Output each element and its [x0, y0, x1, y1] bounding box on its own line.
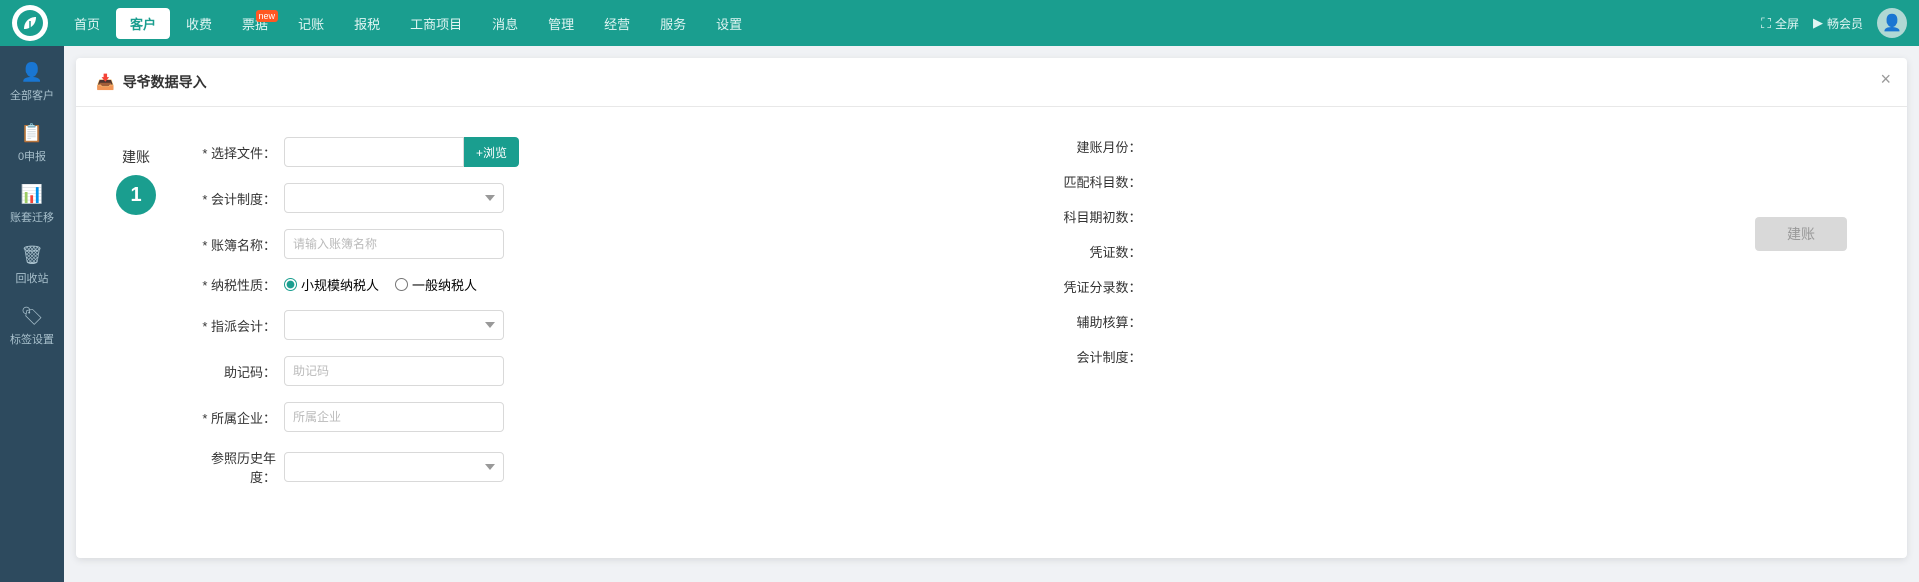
right-accounting-system-label: 会计制度： [1052, 347, 1142, 366]
nav-operation[interactable]: 经营 [590, 8, 644, 39]
aux-calc-row: 辅助核算： [1052, 312, 1868, 331]
form-right: 建账月份： 匹配科目数： 科目期初数： 建账 凭证数： [1052, 137, 1868, 486]
file-input-group: +浏览 [284, 137, 519, 167]
voucher-entry-label: 凭证分录数： [1052, 277, 1142, 296]
nav-right: ⛶ 全屏 ▶ 畅会员 👤 [1761, 8, 1907, 38]
voucher-count-row: 凭证数： [1052, 242, 1868, 261]
belong-company-label: * 所属企业： [196, 408, 276, 427]
step-circle: 1 [116, 175, 156, 215]
top-navbar: 首页 客户 收费 票据 new 记账 报税 工商项目 消息 管理 经营 服务 设… [0, 0, 1919, 46]
reference-year-row: 参照历史年度： [196, 448, 1012, 486]
build-month-row: 建账月份： [1052, 137, 1868, 156]
belong-company-row: * 所属企业： [196, 402, 1012, 432]
sidebar-item-declare[interactable]: 📋 0申报 [4, 115, 60, 172]
nav-customer[interactable]: 客户 [116, 8, 170, 39]
radio-general-label: 一般纳税人 [412, 275, 477, 294]
assign-accountant-label: * 指派会计： [196, 316, 276, 335]
sidebar-label-tag-settings: 标签设置 [10, 331, 54, 347]
assign-accountant-row: * 指派会计： [196, 310, 1012, 340]
radio-small-label: 小规模纳税人 [301, 275, 379, 294]
assign-accountant-select[interactable] [284, 310, 504, 340]
right-accounting-system-row: 会计制度： [1052, 347, 1868, 366]
tag-settings-icon: 🏷 [21, 306, 44, 327]
nav-bookkeeping[interactable]: 记账 [284, 8, 338, 39]
memo-code-row: 助记码： [196, 356, 1012, 386]
reference-year-select[interactable] [284, 452, 504, 482]
accounting-system-row: * 会计制度： [196, 183, 1012, 213]
sidebar-item-all-customers[interactable]: 👤 全部客户 [4, 54, 60, 111]
nav-home[interactable]: 首页 [60, 8, 114, 39]
dialog-close-button[interactable]: × [1880, 70, 1891, 88]
ledger-name-input[interactable] [284, 229, 504, 259]
build-month-label: 建账月份： [1052, 137, 1142, 156]
avatar[interactable]: 👤 [1877, 8, 1907, 38]
nav-manage[interactable]: 管理 [534, 8, 588, 39]
sidebar-item-account-migrate[interactable]: 📊 账套迁移 [4, 176, 60, 233]
account-migrate-icon: 📊 [21, 184, 43, 205]
tax-type-radio-group: 小规模纳税人 一般纳税人 [284, 275, 477, 294]
file-select-row: * 选择文件： +浏览 [196, 137, 1012, 167]
memo-code-input[interactable] [284, 356, 504, 386]
memo-code-label: 助记码： [196, 362, 276, 381]
declare-icon: 📋 [21, 123, 43, 144]
nav-charge[interactable]: 收费 [172, 8, 226, 39]
match-subject-row: 匹配科目数： [1052, 172, 1868, 191]
nav-settings[interactable]: 设置 [702, 8, 756, 39]
sidebar: 👤 全部客户 📋 0申报 📊 账套迁移 🗑 回收站 🏷 标签设置 [0, 46, 64, 582]
recycle-icon: 🗑 [21, 245, 44, 266]
voucher-entry-row: 凭证分录数： [1052, 277, 1868, 296]
aux-calc-label: 辅助核算： [1052, 312, 1142, 331]
form-left: * 选择文件： +浏览 * 会计制度： [196, 137, 1012, 486]
nav-tax[interactable]: 报税 [340, 8, 394, 39]
subject-init-label: 科目期初数： [1052, 207, 1142, 226]
accounting-system-select[interactable] [284, 183, 504, 213]
step-label: 建账 [122, 147, 150, 167]
ledger-name-row: * 账簿名称： [196, 229, 1012, 259]
sidebar-label-account-migrate: 账套迁移 [10, 209, 54, 225]
dialog-title: 导爷数据导入 [123, 72, 207, 92]
tax-type-label: * 纳税性质： [196, 275, 276, 294]
content-area: 📥 导爷数据导入 × 建账 1 * 选择文件： [64, 46, 1919, 582]
nav-message[interactable]: 消息 [478, 8, 532, 39]
sidebar-item-tag-settings[interactable]: 🏷 标签设置 [4, 298, 60, 355]
reference-year-label: 参照历史年度： [196, 448, 276, 486]
voucher-count-label: 凭证数： [1052, 242, 1142, 261]
dialog-header: 📥 导爷数据导入 × [76, 58, 1907, 107]
fullscreen-btn[interactable]: ⛶ 全屏 [1761, 15, 1799, 32]
file-input[interactable] [284, 137, 464, 167]
create-account-button[interactable]: 建账 [1755, 217, 1847, 251]
radio-general-taxpayer[interactable]: 一般纳税人 [395, 275, 477, 294]
nav-service[interactable]: 服务 [646, 8, 700, 39]
nav-items: 首页 客户 收费 票据 new 记账 报税 工商项目 消息 管理 经营 服务 设… [60, 8, 1761, 39]
new-badge: new [256, 10, 279, 23]
member-btn[interactable]: ▶ 畅会员 [1813, 15, 1863, 32]
nav-invoice[interactable]: 票据 new [228, 8, 282, 39]
dialog-card: 📥 导爷数据导入 × 建账 1 * 选择文件： [76, 58, 1907, 558]
sidebar-label-all-customers: 全部客户 [10, 87, 54, 103]
file-label: * 选择文件： [196, 143, 276, 162]
browse-button[interactable]: +浏览 [464, 137, 519, 167]
belong-company-input[interactable] [284, 402, 504, 432]
nav-bizproject[interactable]: 工商项目 [396, 8, 476, 39]
app-logo[interactable] [12, 5, 48, 41]
sidebar-label-declare: 0申报 [18, 148, 46, 164]
tax-type-row: * 纳税性质： 小规模纳税人 一般纳税人 [196, 275, 1012, 294]
match-subject-label: 匹配科目数： [1052, 172, 1142, 191]
sidebar-label-recycle: 回收站 [16, 270, 49, 286]
subject-init-row: 科目期初数： [1052, 207, 1868, 226]
dialog-body: 建账 1 * 选择文件： +浏览 * 会计制度： [76, 107, 1907, 516]
radio-small-taxpayer[interactable]: 小规模纳税人 [284, 275, 379, 294]
all-customers-icon: 👤 [21, 62, 43, 83]
ledger-name-label: * 账簿名称： [196, 235, 276, 254]
accounting-system-label: * 会计制度： [196, 189, 276, 208]
main-layout: 👤 全部客户 📋 0申报 📊 账套迁移 🗑 回收站 🏷 标签设置 📥 导爷数据导… [0, 46, 1919, 582]
dialog-header-icon: 📥 [96, 73, 115, 91]
sidebar-item-recycle[interactable]: 🗑 回收站 [4, 237, 60, 294]
step-section: 建账 1 [116, 137, 156, 486]
